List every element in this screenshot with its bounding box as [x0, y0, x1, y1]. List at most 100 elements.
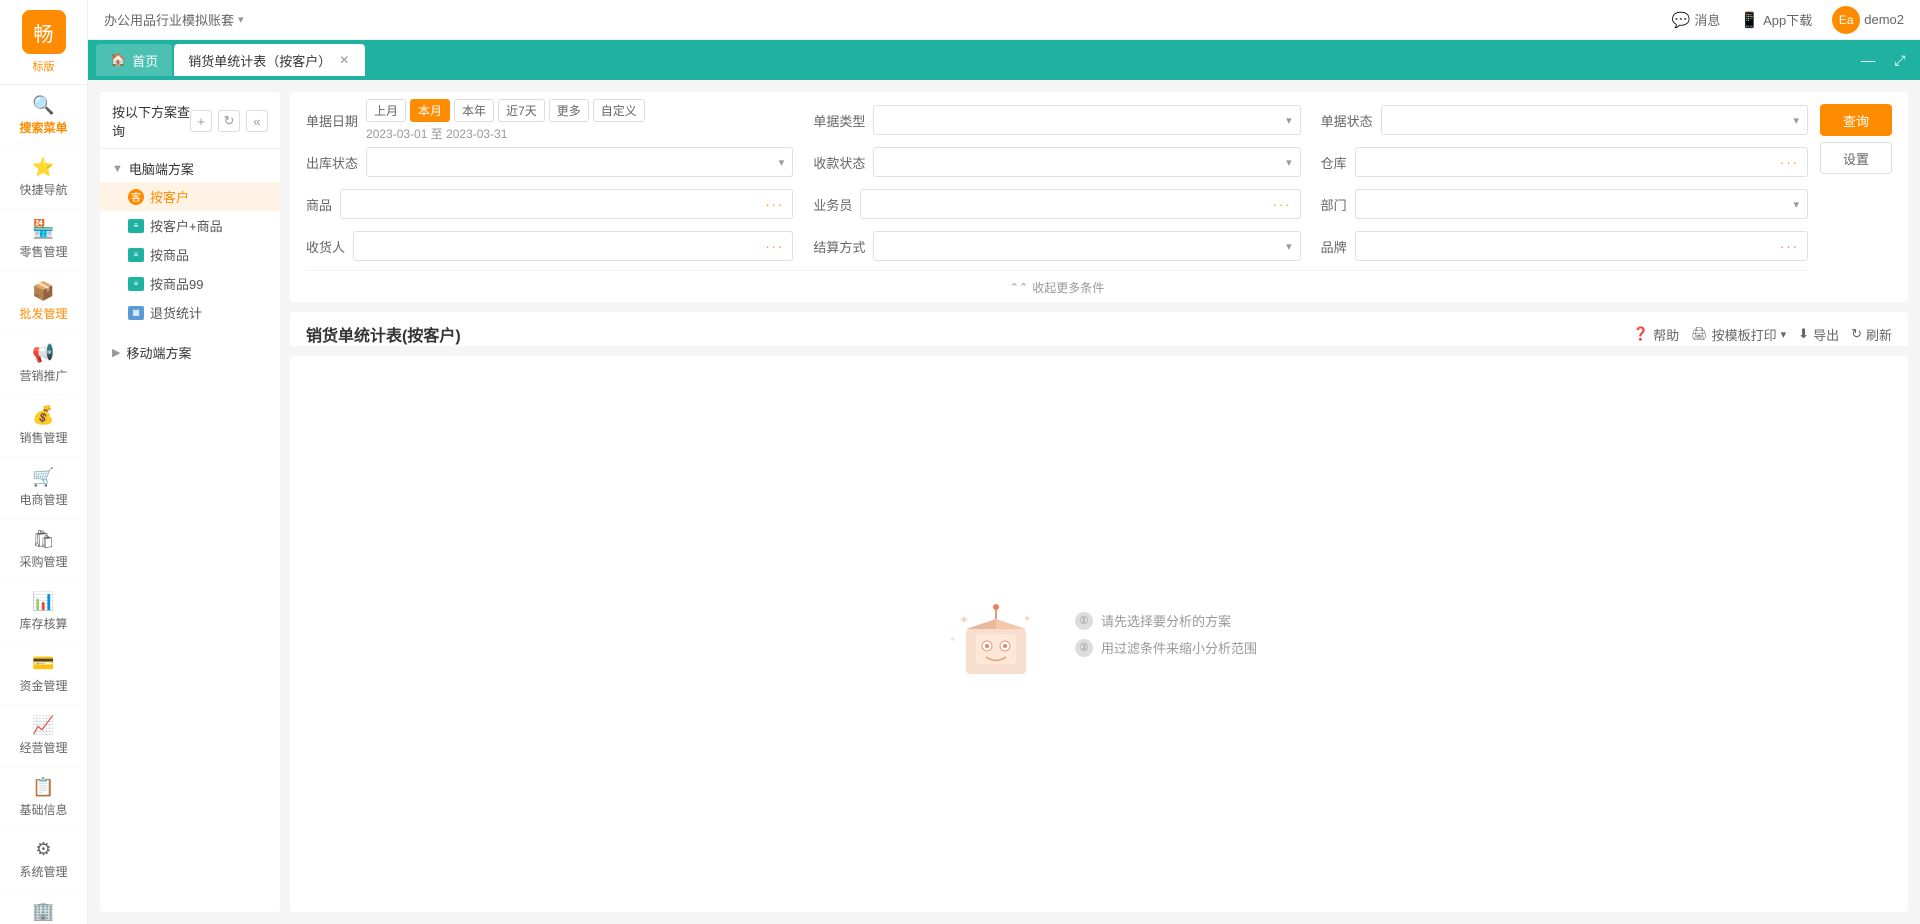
- collapse-row[interactable]: ⌃⌃ 收起更多条件: [306, 270, 1808, 302]
- dept-input[interactable]: ▾: [1355, 189, 1808, 219]
- receiver-label: 收货人: [306, 237, 345, 256]
- sidebar-item-quick-nav[interactable]: ⭐ 快捷导航: [0, 147, 87, 209]
- sidebar-item-label: 批发管理: [19, 305, 67, 322]
- user-profile[interactable]: Ea demo2: [1832, 6, 1904, 34]
- goods-label: 商品: [306, 195, 332, 214]
- sidebar-item-label: 采购管理: [19, 553, 67, 570]
- company-selector[interactable]: 办公用品行业模拟账套 ▾: [104, 10, 244, 29]
- receive-status-input[interactable]: ▾: [873, 147, 1300, 177]
- sidebar-item-label: 电商管理: [19, 491, 67, 508]
- query-button[interactable]: 查询: [1820, 104, 1892, 136]
- page-actions: ❓ 帮助 🖨 按模板打印 ▾ ⬇ 导出 ↻ 刷新: [1633, 325, 1892, 344]
- scheme-item-by-goods[interactable]: ≡ 按商品: [100, 240, 280, 269]
- message-btn[interactable]: 💬 消息: [1672, 10, 1721, 29]
- sidebar-item-base-info[interactable]: 📋 基础信息: [0, 767, 87, 829]
- tab-home[interactable]: 🏠 首页: [96, 44, 172, 76]
- scheme-item-return-stat[interactable]: ▦ 退货统计: [100, 298, 280, 327]
- doc-status-input[interactable]: ▾: [1381, 105, 1808, 135]
- print-btn[interactable]: 🖨 按模板打印 ▾: [1691, 325, 1786, 344]
- dropdown-icon: ▾: [238, 13, 244, 26]
- tab-sales-stat[interactable]: 销货单统计表（按客户） ✕: [174, 44, 365, 76]
- sidebar-item-label: 快捷导航: [19, 181, 67, 198]
- company-name: 办公用品行业模拟账套: [104, 10, 234, 29]
- help-btn[interactable]: ❓ 帮助: [1633, 325, 1679, 344]
- tab-maximize-btn[interactable]: ⤢: [1888, 48, 1912, 72]
- data-area: ✦ ✦ ✦ ① 请先选择要分析的方案 ② 用过滤条件来缩小分析范围: [290, 356, 1908, 912]
- tab-label: 销货单统计表（按客户）: [188, 51, 331, 70]
- sidebar-item-sales[interactable]: 💰 销售管理: [0, 395, 87, 457]
- date-this-month[interactable]: 本月: [410, 99, 450, 122]
- filter-panel: 单据日期 上月 本月 本年 近7天 更多 自定义: [290, 92, 1908, 302]
- sidebar-item-label: 零售管理: [19, 243, 67, 260]
- sidebar-item-operations[interactable]: 📈 经营管理: [0, 705, 87, 767]
- receiver-input[interactable]: ···: [353, 231, 793, 261]
- sidebar-item-retail[interactable]: 🏪 零售管理: [0, 209, 87, 271]
- filter-out-status-cell: 出库状态 ▾: [306, 146, 793, 178]
- expand-icon: ⤢: [1894, 52, 1905, 69]
- refresh-scheme-btn[interactable]: ↻: [218, 110, 240, 132]
- sidebar-item-ecommerce[interactable]: 🛒 电商管理: [0, 457, 87, 519]
- app-download-btn[interactable]: 📱 App下载: [1740, 10, 1812, 29]
- scheme-item-by-customer[interactable]: 客 按客户: [100, 182, 280, 211]
- empty-tips: ① 请先选择要分析的方案 ② 用过滤条件来缩小分析范围: [1075, 611, 1257, 657]
- system-icon: ⚙: [35, 839, 51, 860]
- filter-settle-cell: 结算方式 ▾: [813, 230, 1300, 262]
- sidebar-item-purchase[interactable]: 🛍 采购管理: [0, 519, 87, 581]
- retail-icon: 🏪: [32, 219, 54, 240]
- scheme-item-by-goods-99[interactable]: ≡ 按商品99: [100, 269, 280, 298]
- date-custom[interactable]: 自定义: [593, 99, 645, 122]
- salesperson-input[interactable]: ···: [860, 189, 1300, 219]
- refresh-btn[interactable]: ↻ 刷新: [1851, 325, 1892, 344]
- warehouse-input[interactable]: ···: [1355, 147, 1808, 177]
- date-last-month[interactable]: 上月: [366, 99, 406, 122]
- sidebar-item-wholesale[interactable]: 📦 批发管理: [0, 271, 87, 333]
- sidebar-item-corp[interactable]: 🏢 企业协同: [0, 891, 87, 924]
- goods-input[interactable]: ···: [340, 189, 793, 219]
- sidebar-item-system[interactable]: ⚙ 系统管理: [0, 829, 87, 891]
- sidebar-item-inventory[interactable]: 📊 库存核算: [0, 581, 87, 643]
- tab-minimize-btn[interactable]: —: [1856, 48, 1880, 72]
- date-last-7[interactable]: 近7天: [498, 99, 545, 122]
- collapse-panel-btn[interactable]: «: [246, 110, 268, 132]
- logo-text: 标版: [33, 58, 55, 74]
- empty-svg: ✦ ✦ ✦: [941, 584, 1051, 684]
- scheme-group-mobile-header[interactable]: ▶ 移动端方案: [100, 339, 280, 366]
- doc-type-label: 单据类型: [813, 111, 865, 130]
- out-status-input[interactable]: ▾: [366, 147, 793, 177]
- date-more[interactable]: 更多: [549, 99, 589, 122]
- add-scheme-btn[interactable]: +: [190, 110, 212, 132]
- chevron-down-icon: ▾: [1286, 114, 1292, 127]
- scheme-group-mobile: ▶ 移动端方案: [100, 333, 280, 372]
- brand-input[interactable]: ···: [1355, 231, 1808, 261]
- tab-close-btn[interactable]: ✕: [337, 51, 351, 69]
- corp-icon: 🏢: [32, 901, 54, 922]
- ecommerce-icon: 🛒: [32, 467, 54, 488]
- app-logo: 畅 标版: [0, 0, 87, 85]
- sidebar-item-finance[interactable]: 💳 资金管理: [0, 643, 87, 705]
- settle-input[interactable]: ▾: [873, 231, 1300, 261]
- sidebar-item-marketing[interactable]: 📢 营销推广: [0, 333, 87, 395]
- collapse-text: 收起更多条件: [1032, 279, 1104, 296]
- sidebar-item-search-menu[interactable]: 🔍 搜索菜单: [0, 85, 87, 147]
- wholesale-icon: 📦: [32, 281, 54, 302]
- empty-tip-1: ① 请先选择要分析的方案: [1075, 611, 1257, 630]
- sidebar-item-label: 库存核算: [19, 615, 67, 632]
- setting-button[interactable]: 设置: [1820, 142, 1892, 174]
- message-label: 消息: [1694, 10, 1720, 29]
- app-download-label: App下载: [1763, 10, 1812, 29]
- header-left: 办公用品行业模拟账套 ▾: [104, 10, 244, 29]
- doc-status-label: 单据状态: [1321, 111, 1373, 130]
- more-icon: ···: [1273, 197, 1292, 212]
- scheme-panel: 按以下方案查询 + ↻ « ▼ 电脑端方案 客 按客户 ≡ 按客户: [100, 92, 280, 912]
- page-title: 销货单统计表(按客户): [306, 322, 461, 346]
- scheme-group-desktop-header[interactable]: ▼ 电脑端方案: [100, 155, 280, 182]
- doc-type-input[interactable]: ▾: [873, 105, 1300, 135]
- chevron-down-icon: ▾: [1286, 156, 1292, 169]
- base-info-icon: 📋: [32, 777, 54, 798]
- export-btn[interactable]: ⬇ 导出: [1798, 325, 1839, 344]
- scheme-item-by-customer-goods[interactable]: ≡ 按客户+商品: [100, 211, 280, 240]
- sales-icon: 💰: [32, 405, 54, 426]
- date-this-year[interactable]: 本年: [454, 99, 494, 122]
- filter-salesperson-cell: 业务员 ···: [813, 188, 1300, 220]
- minus-icon: —: [1861, 52, 1875, 68]
